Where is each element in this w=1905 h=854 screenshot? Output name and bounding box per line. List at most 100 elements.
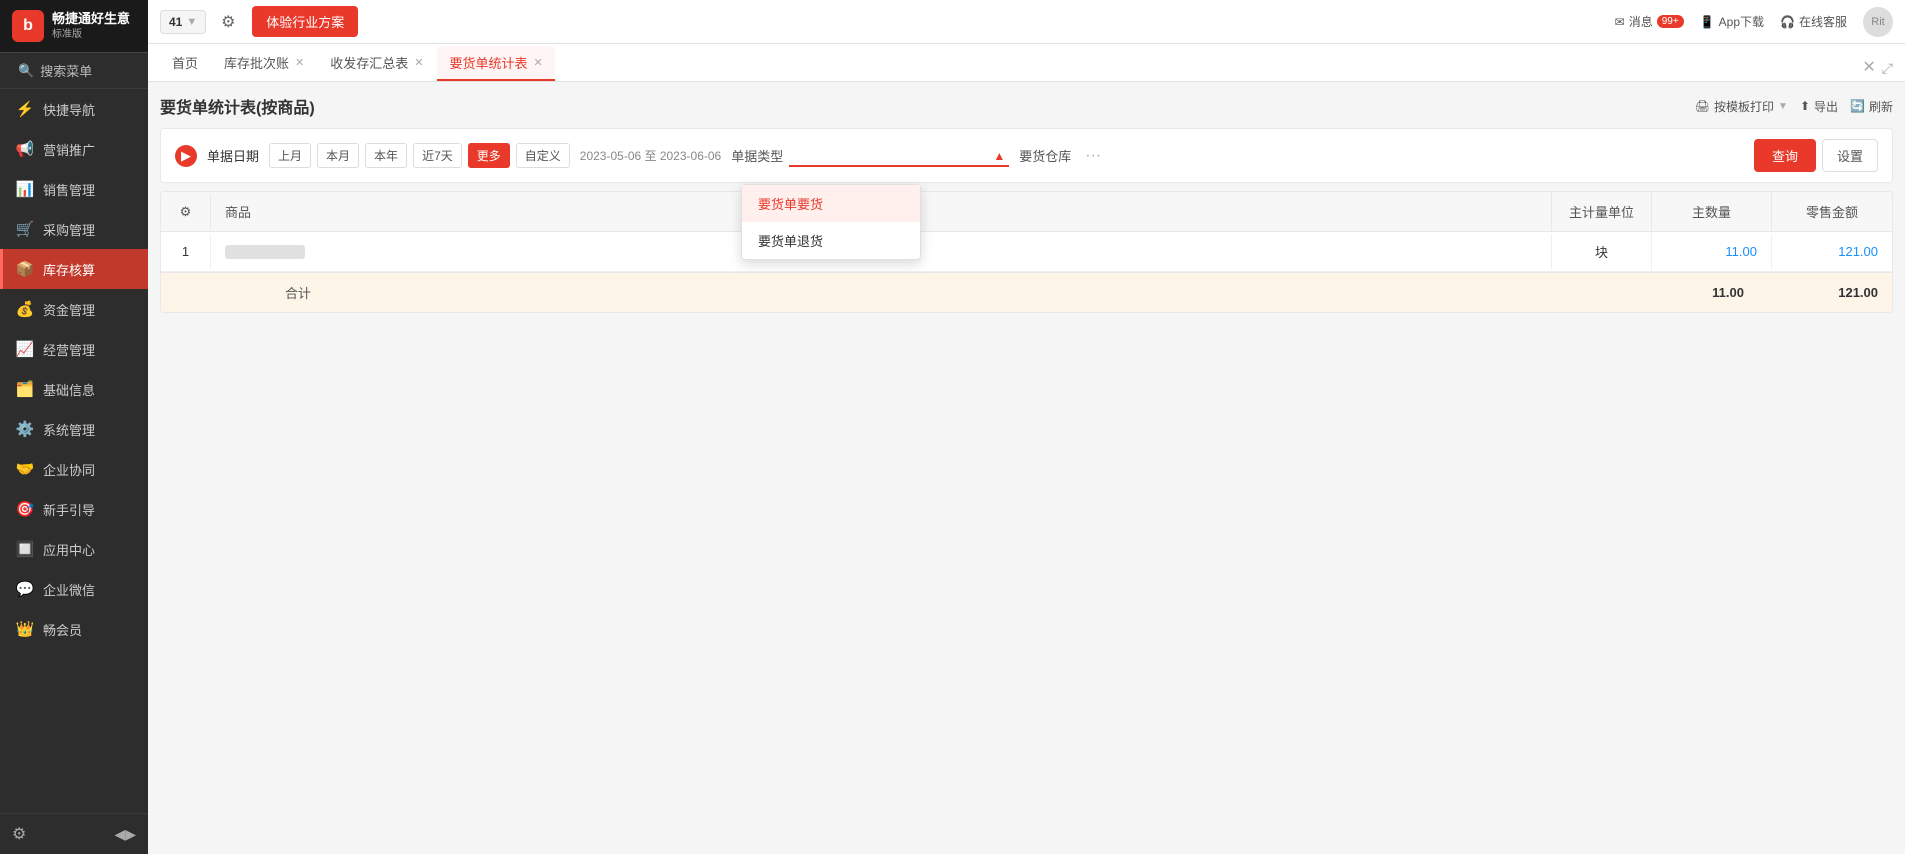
date-btn-this-month[interactable]: 本月	[317, 143, 359, 168]
filter-expand-btn[interactable]: ▶	[175, 145, 197, 167]
avatar[interactable]: Rit	[1863, 7, 1893, 37]
date-btn-more[interactable]: 更多	[468, 143, 510, 168]
refresh-btn[interactable]: 🔄 刷新	[1850, 98, 1893, 115]
sidebar-label-sales: 销售管理	[43, 180, 95, 199]
sidebar-item-enterprise[interactable]: 🤝 企业协同	[0, 449, 148, 489]
search-icon: 🔍	[18, 63, 34, 79]
sidebar-icon-purchase: 🛒	[15, 219, 35, 239]
col-unit: 主计量单位	[1552, 192, 1652, 231]
tab-home-label: 首页	[172, 53, 198, 72]
sidebar-collapse-icon[interactable]: ◀▶	[114, 826, 136, 843]
print-chevron-icon: ▼	[1778, 101, 1788, 112]
sidebar-label-finance: 资金管理	[43, 300, 95, 319]
row-1-amount: 121.00	[1772, 234, 1892, 269]
row-1-amount-value: 121.00	[1838, 244, 1878, 259]
main-content: 41 ▼ ⚙ 体验行业方案 ✉ 消息 99+ 📱 App下载 🎧 在线客服 Ri…	[148, 0, 1905, 854]
sidebar-item-marketing[interactable]: 📢营销推广	[0, 129, 148, 169]
sidebar-item-inventory[interactable]: 📦库存核算	[0, 249, 148, 289]
page-content: 要货单统计表(按商品) 🖨 按模板打印 ▼ ⬆ 导出 🔄 刷新 ▶	[148, 82, 1905, 854]
col-settings[interactable]: ⚙	[161, 194, 211, 230]
sidebar-label-purchase: 采购管理	[43, 220, 95, 239]
date-filter-label: 单据日期	[207, 146, 259, 165]
messages-btn[interactable]: ✉ 消息 99+	[1615, 13, 1684, 30]
export-btn[interactable]: ⬆ 导出	[1800, 98, 1838, 115]
sidebar-item-sales[interactable]: 📊销售管理	[0, 169, 148, 209]
col-qty-label: 主数量	[1692, 205, 1731, 220]
sidebar-search-label: 搜索菜单	[40, 61, 92, 80]
print-template-btn[interactable]: 🖨 按模板打印 ▼	[1695, 98, 1788, 115]
online-service-btn[interactable]: 🎧 在线客服	[1780, 13, 1847, 30]
app-title: 畅捷通好生意	[52, 11, 130, 28]
warehouse-filter-label: 要货仓库	[1019, 146, 1071, 165]
sidebar-item-purchase[interactable]: 🛒 采购管理	[0, 209, 148, 249]
date-btn-this-year[interactable]: 本年	[365, 143, 407, 168]
app-download-btn[interactable]: 📱 App下载	[1700, 13, 1764, 30]
sidebar-label-enterprise: 企业协同	[43, 460, 95, 479]
tab-order-stats-label: 要货单统计表	[449, 53, 527, 72]
tab-order-stats-close[interactable]: ✕	[534, 56, 543, 69]
sidebar-item-system[interactable]: ⚙️系统管理	[0, 409, 148, 449]
sidebar-settings-icon[interactable]: ⚙	[12, 824, 26, 844]
type-filter-field: 单据类型 ▲	[731, 144, 1009, 167]
sidebar: b 畅捷通好生意 标准版 🔍 搜索菜单 ⚡快捷导航📢营销推广📊销售管理🛒采购管理…	[0, 0, 148, 854]
headset-icon: 🎧	[1780, 15, 1795, 29]
sidebar-item-finance[interactable]: 💰资金管理	[0, 289, 148, 329]
sidebar-item-quick-nav[interactable]: ⚡快捷导航	[0, 89, 148, 129]
summary-label: 合计	[285, 283, 1624, 302]
tab-receivable-close[interactable]: ✕	[414, 56, 423, 69]
summary-row: 合计 11.00 121.00	[161, 272, 1892, 312]
sidebar-item-member[interactable]: 👑畅会员	[0, 609, 148, 649]
app-subtitle: 标准版	[52, 28, 130, 41]
topbar: 41 ▼ ⚙ 体验行业方案 ✉ 消息 99+ 📱 App下载 🎧 在线客服 Ri…	[148, 0, 1905, 44]
export-label: 导出	[1814, 98, 1838, 115]
topbar-settings-btn[interactable]: ⚙	[214, 8, 242, 36]
warehouse-filter-field: 要货仓库 ···	[1019, 146, 1101, 165]
dropdown-arrow-icon: ▼	[186, 16, 197, 28]
sidebar-label-operations: 经营管理	[43, 340, 95, 359]
page-title-bar: 要货单统计表(按商品) 🖨 按模板打印 ▼ ⬆ 导出 🔄 刷新	[160, 94, 1893, 118]
table-header: ⚙ 商品 主计量单位 主数量 零售金额	[161, 192, 1892, 232]
sidebar-item-guide[interactable]: 🎯新手引导	[0, 489, 148, 529]
tab-home[interactable]: 首页	[160, 46, 210, 81]
tab-receivable-summary[interactable]: 收发存汇总表 ✕	[318, 46, 435, 81]
date-btn-last-month[interactable]: 上月	[269, 143, 311, 168]
sidebar-icon-enterprise: 🤝	[15, 459, 35, 479]
tab-inventory-batch-close[interactable]: ✕	[295, 56, 304, 69]
sidebar-item-wechat[interactable]: 💬企业微信	[0, 569, 148, 609]
type-filter-chevron[interactable]: ▲	[993, 149, 1005, 163]
date-btn-custom[interactable]: 自定义	[516, 143, 570, 168]
page-title: 要货单统计表(按商品)	[160, 94, 315, 118]
close-all-tabs-btn[interactable]: ✕	[1862, 57, 1875, 81]
sidebar-item-basics[interactable]: 🗂️基础信息	[0, 369, 148, 409]
print-icon: 🖨	[1695, 99, 1710, 113]
filter-settings-btn[interactable]: 设置	[1822, 139, 1878, 172]
sidebar-icon-basics: 🗂️	[15, 379, 35, 399]
sidebar-icon-guide: 🎯	[15, 499, 35, 519]
sidebar-label-quick-nav: 快捷导航	[43, 100, 95, 119]
goods-placeholder-1	[225, 245, 305, 259]
company-selector[interactable]: 41 ▼	[160, 10, 206, 34]
print-label: 按模板打印	[1714, 98, 1774, 115]
sidebar-search[interactable]: 🔍 搜索菜单	[0, 53, 148, 89]
type-filter-input[interactable]	[789, 144, 1009, 167]
date-btn-last-7[interactable]: 近7天	[413, 143, 462, 168]
topbar-right: ✉ 消息 99+ 📱 App下载 🎧 在线客服 Rit	[1615, 7, 1893, 37]
online-service-label: 在线客服	[1799, 13, 1847, 30]
refresh-label: 刷新	[1869, 98, 1893, 115]
dropdown-item-order-goods[interactable]: 要货单要货	[742, 185, 920, 222]
dropdown-item-label-1: 要货单退货	[758, 234, 823, 249]
sidebar-label-inventory: 库存核算	[43, 260, 95, 279]
row-1-unit-value: 块	[1595, 245, 1608, 260]
trial-btn[interactable]: 体验行业方案	[252, 6, 358, 37]
warehouse-more-icon[interactable]: ···	[1085, 147, 1101, 165]
dropdown-item-order-return[interactable]: 要货单退货	[742, 222, 920, 259]
maximize-btn[interactable]: ⤢	[1882, 60, 1893, 81]
messages-label: 消息	[1629, 13, 1653, 30]
tab-inventory-batch[interactable]: 库存批次账 ✕	[212, 46, 316, 81]
sidebar-item-operations[interactable]: 📈经营管理	[0, 329, 148, 369]
query-btn[interactable]: 查询	[1754, 139, 1816, 172]
sidebar-item-app-center[interactable]: 🔲应用中心	[0, 529, 148, 569]
sidebar-icon-app-center: 🔲	[15, 539, 35, 559]
tab-order-stats[interactable]: 要货单统计表 ✕	[437, 46, 554, 81]
page-actions: 🖨 按模板打印 ▼ ⬆ 导出 🔄 刷新	[1695, 98, 1893, 115]
